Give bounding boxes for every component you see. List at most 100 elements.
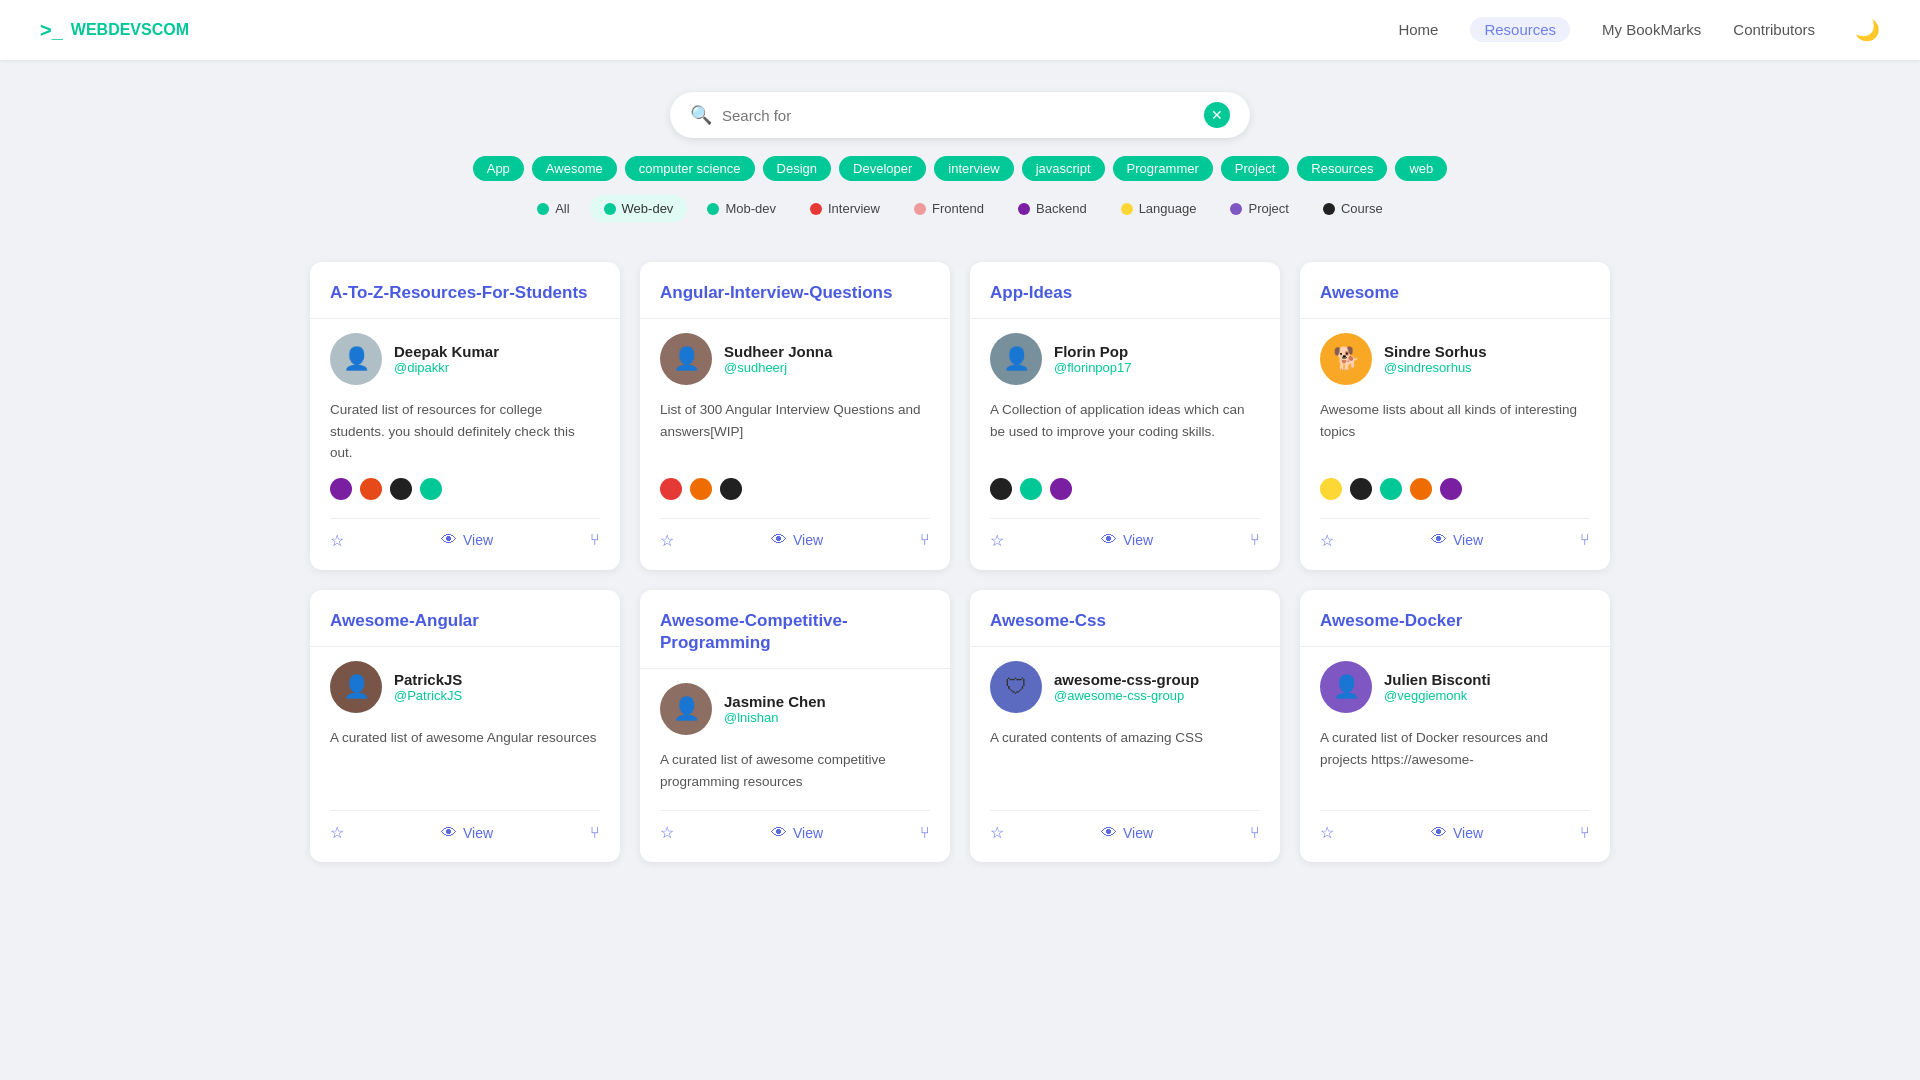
- filter-all[interactable]: All: [523, 195, 583, 222]
- author-handle[interactable]: @PatrickJS: [394, 688, 462, 703]
- language-dot: [1050, 478, 1072, 500]
- fork-icon: ⑂: [1580, 531, 1590, 549]
- star-button[interactable]: ☆: [330, 823, 344, 842]
- card-dots: [330, 478, 600, 500]
- card-title[interactable]: Awesome-Docker: [1320, 610, 1590, 632]
- dark-mode-toggle[interactable]: 🌙: [1855, 18, 1880, 42]
- filter-dot: [914, 203, 926, 215]
- nav-bookmarks[interactable]: My BookMarks: [1602, 21, 1701, 38]
- author-handle[interactable]: @sindresorhus: [1384, 360, 1487, 375]
- fork-button[interactable]: ⑂: [920, 824, 930, 842]
- fork-button[interactable]: ⑂: [920, 531, 930, 549]
- fork-button[interactable]: ⑂: [1250, 824, 1260, 842]
- language-dot: [420, 478, 442, 500]
- card-title[interactable]: Awesome: [1320, 282, 1590, 304]
- avatar: 👤: [330, 333, 382, 385]
- card-title[interactable]: Awesome-Angular: [330, 610, 600, 632]
- star-button[interactable]: ☆: [330, 531, 344, 550]
- tag-resources[interactable]: Resources: [1297, 156, 1387, 181]
- filter-frontend[interactable]: Frontend: [900, 195, 998, 222]
- card-4: Awesome-Angular👤PatrickJS@PatrickJSA cur…: [310, 590, 620, 862]
- tag-web[interactable]: web: [1395, 156, 1447, 181]
- star-icon: ☆: [990, 823, 1004, 842]
- view-button[interactable]: 👁View: [1431, 531, 1483, 549]
- card-title[interactable]: Awesome-Css: [990, 610, 1260, 632]
- fork-button[interactable]: ⑂: [1580, 531, 1590, 549]
- card-title[interactable]: A-To-Z-Resources-For-Students: [330, 282, 600, 304]
- author-handle[interactable]: @veggiemonk: [1384, 688, 1491, 703]
- tag-awesome[interactable]: Awesome: [532, 156, 617, 181]
- card-actions: ☆ 👁View ⑂: [660, 518, 930, 550]
- filter-interview[interactable]: Interview: [796, 195, 894, 222]
- tag-project[interactable]: Project: [1221, 156, 1289, 181]
- card-actions: ☆ 👁View ⑂: [990, 518, 1260, 550]
- tag-interview[interactable]: interview: [934, 156, 1013, 181]
- avatar: 🐕: [1320, 333, 1372, 385]
- fork-button[interactable]: ⑂: [590, 824, 600, 842]
- star-button[interactable]: ☆: [660, 823, 674, 842]
- star-button[interactable]: ☆: [990, 531, 1004, 550]
- fork-button[interactable]: ⑂: [590, 531, 600, 549]
- card-title[interactable]: Awesome-Competitive-Programming: [660, 610, 930, 654]
- view-button[interactable]: 👁View: [771, 824, 823, 842]
- nav-contributors[interactable]: Contributors: [1733, 21, 1815, 38]
- filter-label: Mob-dev: [725, 201, 776, 216]
- nav-home[interactable]: Home: [1398, 21, 1438, 38]
- author-handle[interactable]: @awesome-css-group: [1054, 688, 1199, 703]
- fork-button[interactable]: ⑂: [1250, 531, 1260, 549]
- fork-button[interactable]: ⑂: [1580, 824, 1590, 842]
- view-button[interactable]: 👁View: [441, 531, 493, 549]
- card-actions: ☆ 👁View ⑂: [1320, 518, 1590, 550]
- card-actions: ☆ 👁View ⑂: [1320, 810, 1590, 842]
- card-title[interactable]: Angular-Interview-Questions: [660, 282, 930, 304]
- search-section: 🔍 ✕ AppAwesomecomputer scienceDesignDeve…: [0, 60, 1920, 238]
- view-button[interactable]: 👁View: [441, 824, 493, 842]
- card-divider: [970, 646, 1280, 647]
- language-dot: [1410, 478, 1432, 500]
- author-handle[interactable]: @florinpop17: [1054, 360, 1132, 375]
- filter-language[interactable]: Language: [1107, 195, 1211, 222]
- author-handle[interactable]: @lnishan: [724, 710, 826, 725]
- view-button[interactable]: 👁View: [771, 531, 823, 549]
- filter-label: Backend: [1036, 201, 1087, 216]
- author-handle[interactable]: @dipakkr: [394, 360, 499, 375]
- search-clear-button[interactable]: ✕: [1204, 102, 1230, 128]
- filter-dot: [1121, 203, 1133, 215]
- filter-row: All Web-dev Mob-dev InterviewFrontend Backen…: [523, 195, 1397, 222]
- view-button[interactable]: 👁View: [1431, 824, 1483, 842]
- tag-javascript[interactable]: javascript: [1022, 156, 1105, 181]
- filter-course[interactable]: Course: [1309, 195, 1397, 222]
- filter-mob-dev[interactable]: Mob-dev: [693, 195, 790, 222]
- filter-label: Course: [1341, 201, 1383, 216]
- view-button[interactable]: 👁View: [1101, 531, 1153, 549]
- star-button[interactable]: ☆: [660, 531, 674, 550]
- tag-design[interactable]: Design: [763, 156, 831, 181]
- tag-developer[interactable]: Developer: [839, 156, 926, 181]
- card-description: Curated list of resources for college st…: [330, 399, 600, 464]
- star-button[interactable]: ☆: [1320, 823, 1334, 842]
- card-description: A curated list of Docker resources and p…: [1320, 727, 1590, 792]
- filter-project[interactable]: Project: [1216, 195, 1302, 222]
- author-name: Florin Pop: [1054, 343, 1132, 360]
- filter-web-dev[interactable]: Web-dev: [590, 195, 688, 222]
- view-button[interactable]: 👁View: [1101, 824, 1153, 842]
- filter-backend[interactable]: Backend: [1004, 195, 1101, 222]
- tag-programmer[interactable]: Programmer: [1113, 156, 1213, 181]
- card-actions: ☆ 👁View ⑂: [660, 810, 930, 842]
- tag-computer-science[interactable]: computer science: [625, 156, 755, 181]
- nav-resources[interactable]: Resources: [1470, 17, 1570, 42]
- search-input[interactable]: [722, 107, 1194, 124]
- star-button[interactable]: ☆: [990, 823, 1004, 842]
- brand-logo[interactable]: >_ WEBDEVSCOM: [40, 19, 189, 42]
- card-title[interactable]: App-Ideas: [990, 282, 1260, 304]
- view-icon: 👁: [771, 531, 787, 549]
- language-dot: [360, 478, 382, 500]
- language-dot: [1440, 478, 1462, 500]
- tag-app[interactable]: App: [473, 156, 524, 181]
- star-button[interactable]: ☆: [1320, 531, 1334, 550]
- view-label: View: [463, 825, 493, 841]
- language-dot: [720, 478, 742, 500]
- author-name: Jasmine Chen: [724, 693, 826, 710]
- language-dot: [1350, 478, 1372, 500]
- author-handle[interactable]: @sudheerj: [724, 360, 832, 375]
